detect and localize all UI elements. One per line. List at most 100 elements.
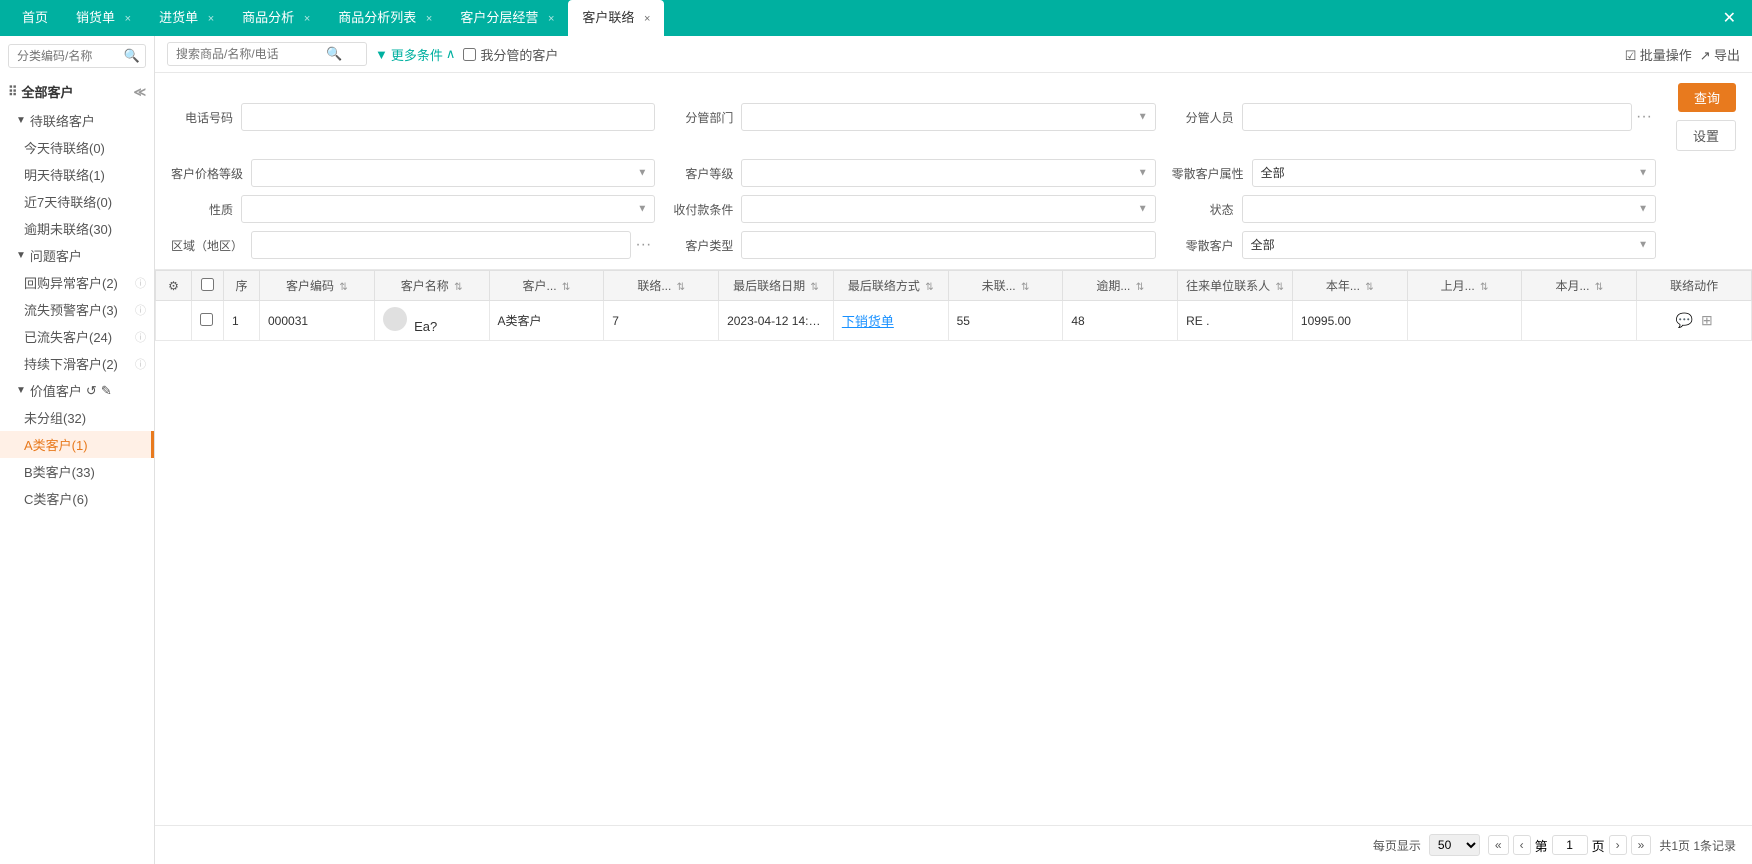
sidebar-search-icon[interactable]: 🔍 — [124, 48, 140, 64]
price-level-select-wrap: ▼ — [251, 159, 655, 187]
close-tab-analysis-list-icon[interactable]: × — [426, 13, 432, 25]
manager-dots-icon[interactable]: ··· — [1632, 108, 1656, 126]
page-input[interactable] — [1552, 835, 1588, 855]
col-level[interactable]: 客户... ⇅ — [489, 271, 604, 301]
close-tab-contact-icon[interactable]: × — [644, 13, 650, 25]
settings-button[interactable]: 设置 — [1676, 120, 1736, 151]
sidebar-item-class-a[interactable]: A类客户(1) — [0, 431, 154, 458]
batch-ops-button[interactable]: ☑ 批量操作 — [1625, 45, 1692, 64]
my-customers-checkbox-label[interactable]: 我分管的客户 — [463, 45, 558, 64]
nav-tab-sales[interactable]: 销货单 × — [62, 0, 145, 36]
col-last-month[interactable]: 上月... ⇅ — [1407, 271, 1522, 301]
edit-group-icon[interactable]: ✎ — [101, 383, 112, 399]
qr-action-icon[interactable]: ⊞ — [1701, 312, 1713, 329]
sidebar-item-lost-warning[interactable]: 流失预警客户(3) ⓘ — [0, 296, 154, 323]
payment-select[interactable] — [741, 195, 1155, 223]
nav-tab-purchase[interactable]: 进货单 × — [145, 0, 228, 36]
col-contact-count[interactable]: 联络... ⇅ — [604, 271, 719, 301]
nav-tab-analysis[interactable]: 商品分析 × — [228, 0, 324, 36]
sidebar-item-class-b[interactable]: B类客户(33) — [0, 458, 154, 485]
filter-status: 状态 ▼ — [1172, 195, 1656, 223]
customer-level-select[interactable] — [741, 159, 1155, 187]
customer-type-select-wrap — [741, 231, 1155, 259]
collapse-sidebar-icon[interactable]: ≪ — [133, 85, 146, 99]
manager-input[interactable] — [1242, 103, 1632, 131]
toolbar-search-icon[interactable]: 🔍 — [326, 46, 342, 62]
prev-page-button[interactable]: ‹ — [1513, 835, 1531, 855]
group-pending-contact[interactable]: ▼ 待联络客户 — [0, 107, 154, 134]
dept-select[interactable] — [741, 103, 1155, 131]
region-dots-icon[interactable]: ··· — [631, 236, 655, 254]
select-all-checkbox[interactable] — [201, 278, 214, 291]
col-actions: 联络动作 — [1637, 271, 1752, 301]
sidebar-item-abnormal[interactable]: 回购异常客户(2) ⓘ — [0, 269, 154, 296]
region-input[interactable] — [251, 231, 631, 259]
nav-home[interactable]: 首页 — [8, 0, 62, 36]
col-not-contacted[interactable]: 未联... ⇅ — [948, 271, 1063, 301]
row-overdue-cell: 48 — [1063, 301, 1178, 341]
group-problem-customers[interactable]: ▼ 问题客户 — [0, 242, 154, 269]
row-last-date-cell: 2023-04-12 14:44: — [719, 301, 834, 341]
query-button[interactable]: 查询 — [1678, 83, 1736, 112]
retail-attr-select[interactable]: 全部 — [1252, 159, 1656, 187]
nav-tab-analysis-list[interactable]: 商品分析列表 × — [324, 0, 446, 36]
last-method-link[interactable]: 下销货单 — [842, 314, 894, 329]
sidebar-item-unclassified[interactable]: 未分组(32) — [0, 404, 154, 431]
nature-select[interactable] — [241, 195, 655, 223]
customer-type-select[interactable] — [741, 231, 1155, 259]
dept-select-wrap: ▼ — [741, 103, 1155, 131]
checkbox-icon: ☑ — [1625, 48, 1637, 63]
filter-nature: 性质 ▼ — [171, 195, 655, 223]
action-buttons: 查询 设置 — [1656, 83, 1736, 151]
my-customers-checkbox[interactable] — [463, 48, 476, 61]
export-button[interactable]: ↗ 导出 — [1700, 45, 1740, 64]
sidebar-item-lost[interactable]: 已流失客户(24) ⓘ — [0, 323, 154, 350]
filter-row-2: 客户价格等级 ▼ 客户等级 ▼ 零散客户属性 — [171, 159, 1736, 187]
status-select[interactable] — [1242, 195, 1656, 223]
price-level-select[interactable] — [251, 159, 655, 187]
last-page-button[interactable]: » — [1631, 835, 1652, 855]
all-customers-header[interactable]: ⠿ 全部客户 ≪ — [0, 76, 154, 107]
filter-dept: 分管部门 ▼ — [671, 103, 1155, 131]
page-size-select[interactable]: 50 20 100 — [1429, 834, 1480, 856]
col-this-month[interactable]: 本月... ⇅ — [1522, 271, 1637, 301]
customer-level-select-wrap: ▼ — [741, 159, 1155, 187]
col-overdue[interactable]: 逾期... ⇅ — [1063, 271, 1178, 301]
col-contact-person[interactable]: 往来单位联系人 ⇅ — [1178, 271, 1293, 301]
sidebar-item-overdue[interactable]: 逾期未联络(30) — [0, 215, 154, 242]
manager-label: 分管人员 — [1172, 109, 1242, 126]
filter-region: 区域（地区） ··· — [171, 231, 655, 259]
col-name[interactable]: 客户名称 ⇅ — [374, 271, 489, 301]
sidebar-item-today[interactable]: 今天待联络(0) — [0, 134, 154, 161]
close-tab-sales-icon[interactable]: × — [125, 13, 131, 25]
nav-tab-customer-segment[interactable]: 客户分层经营 × — [446, 0, 568, 36]
col-last-method[interactable]: 最后联络方式 ⇅ — [833, 271, 948, 301]
close-tab-segment-icon[interactable]: × — [548, 13, 554, 25]
sidebar-item-class-c[interactable]: C类客户(6) — [0, 485, 154, 512]
col-this-year[interactable]: 本年... ⇅ — [1292, 271, 1407, 301]
sidebar-item-7days[interactable]: 近7天待联络(0) — [0, 188, 154, 215]
close-tab-purchase-icon[interactable]: × — [208, 13, 214, 25]
refresh-icon[interactable]: ↺ — [86, 383, 97, 399]
col-last-date[interactable]: 最后联络日期 ⇅ — [719, 271, 834, 301]
retail-attr-select-wrap: 全部 ▼ — [1252, 159, 1656, 187]
search-input[interactable] — [176, 47, 326, 61]
close-tab-analysis-icon[interactable]: × — [304, 13, 310, 25]
row-checkbox[interactable] — [200, 313, 213, 326]
first-page-button[interactable]: « — [1488, 835, 1509, 855]
nav-tab-customer-contact[interactable]: 客户联络 × — [568, 0, 664, 36]
col-code[interactable]: 客户编码 ⇅ — [260, 271, 375, 301]
window-close-icon[interactable]: ✕ — [1715, 8, 1744, 28]
row-last-month-cell — [1407, 301, 1522, 341]
info-icon-lost: ⓘ — [135, 329, 146, 345]
sidebar-item-tomorrow[interactable]: 明天待联络(1) — [0, 161, 154, 188]
chat-action-icon[interactable]: 💬 — [1676, 312, 1693, 329]
customer-type-label: 客户类型 — [671, 237, 741, 254]
retail-customer-select[interactable]: 全部 — [1242, 231, 1656, 259]
next-page-button[interactable]: › — [1609, 835, 1627, 855]
phone-input[interactable] — [241, 103, 655, 131]
group-value-customers[interactable]: ▼ 价值客户 ↺ ✎ — [0, 377, 154, 404]
col-settings[interactable]: ⚙ — [156, 271, 192, 301]
sidebar-item-declining[interactable]: 持续下滑客户(2) ⓘ — [0, 350, 154, 377]
more-filter-button[interactable]: ▼ 更多条件 ∧ — [375, 45, 455, 64]
